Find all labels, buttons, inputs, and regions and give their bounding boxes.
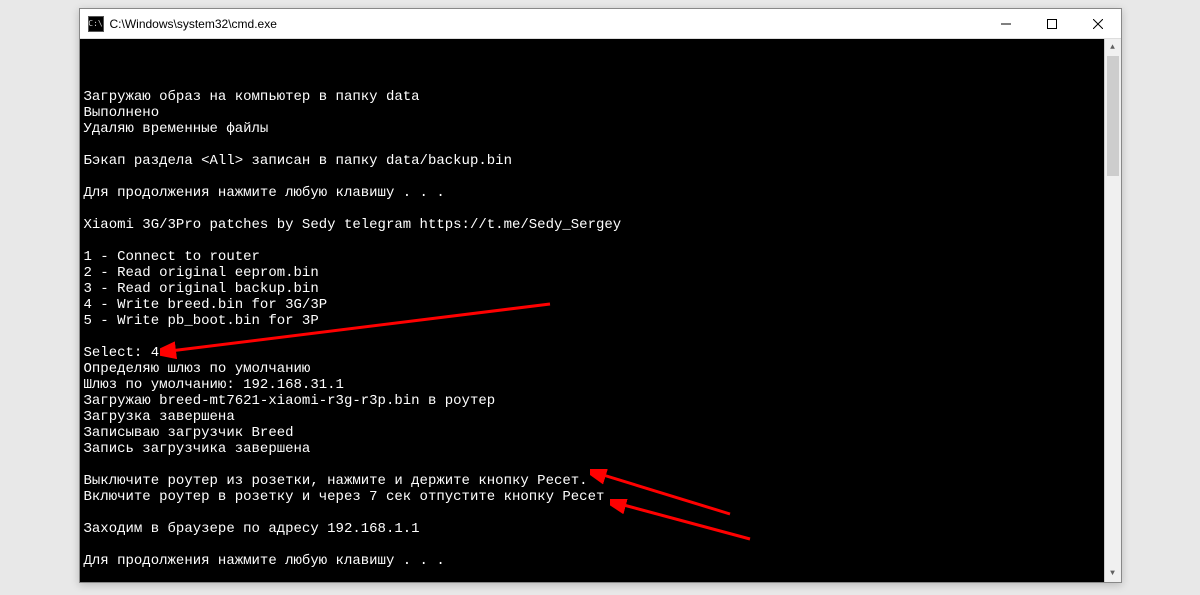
close-button[interactable] (1075, 9, 1121, 38)
terminal-line: Загрузка завершена (84, 409, 1117, 425)
terminal-line: 5 - Write pb_boot.bin for 3P (84, 313, 1117, 329)
terminal-line: Бэкап раздела <All> записан в папку data… (84, 153, 1117, 169)
terminal-line (84, 457, 1117, 473)
terminal-line: Записываю загрузчик Breed (84, 425, 1117, 441)
terminal-line (84, 329, 1117, 345)
terminal-line: Загружаю breed-mt7621-xiaomi-r3g-r3p.bin… (84, 393, 1117, 409)
terminal-line (84, 537, 1117, 553)
scrollbar-track[interactable] (1105, 56, 1121, 565)
terminal-line: Включите роутер в розетку и через 7 сек … (84, 489, 1117, 505)
terminal-line: Определяю шлюз по умолчанию (84, 361, 1117, 377)
terminal-line (84, 201, 1117, 217)
terminal-line: Для продолжения нажмите любую клавишу . … (84, 553, 1117, 569)
terminal-line (84, 233, 1117, 249)
maximize-icon (1047, 19, 1057, 29)
terminal-line: 2 - Read original eeprom.bin (84, 265, 1117, 281)
terminal-line: Для продолжения нажмите любую клавишу . … (84, 185, 1117, 201)
terminal-line: 3 - Read original backup.bin (84, 281, 1117, 297)
minimize-icon (1001, 19, 1011, 29)
cmd-window: C:\ C:\Windows\system32\cmd.exe Загружаю… (79, 8, 1122, 583)
terminal-line: Заходим в браузере по адресу 192.168.1.1 (84, 521, 1117, 537)
app-icon-text: C:\ (88, 19, 102, 28)
titlebar[interactable]: C:\ C:\Windows\system32\cmd.exe (80, 9, 1121, 39)
terminal-line: Выполнено (84, 105, 1117, 121)
terminal-line: Выключите роутер из розетки, нажмите и д… (84, 473, 1117, 489)
terminal-line: Xiaomi 3G/3Pro patches by Sedy telegram … (84, 217, 1117, 233)
window-controls (983, 9, 1121, 38)
vertical-scrollbar[interactable]: ▲ ▼ (1104, 39, 1121, 582)
app-icon: C:\ (88, 16, 104, 32)
maximize-button[interactable] (1029, 9, 1075, 38)
terminal-output[interactable]: Загружаю образ на компьютер в папку data… (80, 39, 1121, 582)
terminal-line (84, 137, 1117, 153)
terminal-line: Шлюз по умолчанию: 192.168.31.1 (84, 377, 1117, 393)
scrollbar-up-arrow[interactable]: ▲ (1105, 39, 1121, 56)
terminal-line: 4 - Write breed.bin for 3G/3P (84, 297, 1117, 313)
terminal-line: Запись загрузчика завершена (84, 441, 1117, 457)
terminal-line: Select: 4 (84, 345, 1117, 361)
terminal-line: Загружаю образ на компьютер в папку data (84, 89, 1117, 105)
terminal-line: 1 - Connect to router (84, 249, 1117, 265)
terminal-line: Удаляю временные файлы (84, 121, 1117, 137)
scrollbar-down-arrow[interactable]: ▼ (1105, 565, 1121, 582)
terminal-line (84, 505, 1117, 521)
terminal-line (84, 169, 1117, 185)
scrollbar-thumb[interactable] (1107, 56, 1119, 176)
window-title: C:\Windows\system32\cmd.exe (110, 17, 983, 31)
minimize-button[interactable] (983, 9, 1029, 38)
close-icon (1093, 19, 1103, 29)
